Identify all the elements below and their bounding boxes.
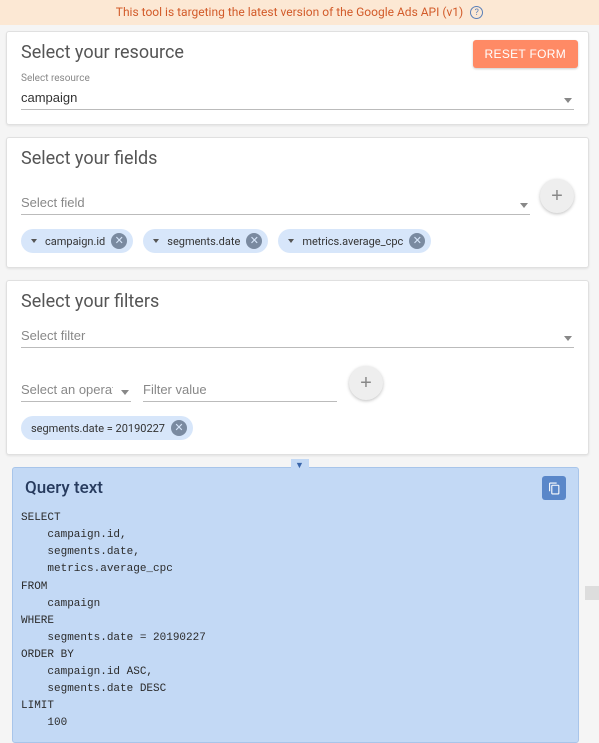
chevron-down-icon: [121, 390, 129, 395]
chip-label: segments.date: [167, 235, 240, 248]
query-text-panel: Query text SELECT campaign.id, segments.…: [12, 467, 579, 743]
resource-float-label: Select resource: [21, 73, 574, 84]
reset-form-button[interactable]: RESET FORM: [473, 40, 578, 68]
filter-chip[interactable]: segments.date = 20190227 ✕: [21, 416, 193, 440]
banner-link[interactable]: This tool is targeting the latest versio…: [116, 5, 463, 19]
api-version-banner: This tool is targeting the latest versio…: [0, 0, 599, 25]
remove-chip-icon[interactable]: ✕: [409, 233, 425, 249]
select-resource-card: Select your resource RESET FORM Select r…: [6, 31, 589, 125]
collapse-handle[interactable]: ▼: [291, 459, 309, 473]
filter-chips: segments.date = 20190227 ✕: [21, 416, 574, 440]
select-filters-card: Select your filters + segments.date = 20…: [6, 280, 589, 455]
field-select[interactable]: [21, 191, 530, 215]
help-icon[interactable]: ?: [470, 6, 483, 19]
query-title: Query text: [25, 478, 103, 498]
chip-label: metrics.average_cpc: [302, 235, 403, 248]
chevron-down-icon: [153, 239, 159, 243]
operator-select[interactable]: [21, 378, 131, 402]
field-chip[interactable]: segments.date ✕: [143, 229, 268, 253]
remove-chip-icon[interactable]: ✕: [171, 420, 187, 436]
filter-select[interactable]: [21, 324, 574, 348]
select-fields-card: Select your fields + campaign.id ✕ segme…: [6, 137, 589, 268]
query-code[interactable]: SELECT campaign.id, segments.date, metri…: [13, 504, 578, 742]
scroll-corner: [585, 586, 599, 600]
field-chip[interactable]: metrics.average_cpc ✕: [278, 229, 431, 253]
filter-value-input[interactable]: [143, 378, 337, 402]
field-chip[interactable]: campaign.id ✕: [21, 229, 133, 253]
add-field-button[interactable]: +: [540, 179, 574, 213]
resource-select[interactable]: [21, 86, 574, 110]
copy-icon: [548, 482, 561, 495]
add-filter-button[interactable]: +: [349, 366, 383, 400]
chip-label: campaign.id: [45, 235, 105, 248]
remove-chip-icon[interactable]: ✕: [111, 233, 127, 249]
chip-label: segments.date = 20190227: [31, 422, 165, 435]
chevron-down-icon: [288, 239, 294, 243]
field-chips: campaign.id ✕ segments.date ✕ metrics.av…: [21, 229, 574, 253]
filters-title: Select your filters: [21, 291, 574, 312]
chevron-down-icon: [31, 239, 37, 243]
fields-title: Select your fields: [21, 148, 574, 169]
copy-query-button[interactable]: [542, 476, 566, 500]
remove-chip-icon[interactable]: ✕: [246, 233, 262, 249]
